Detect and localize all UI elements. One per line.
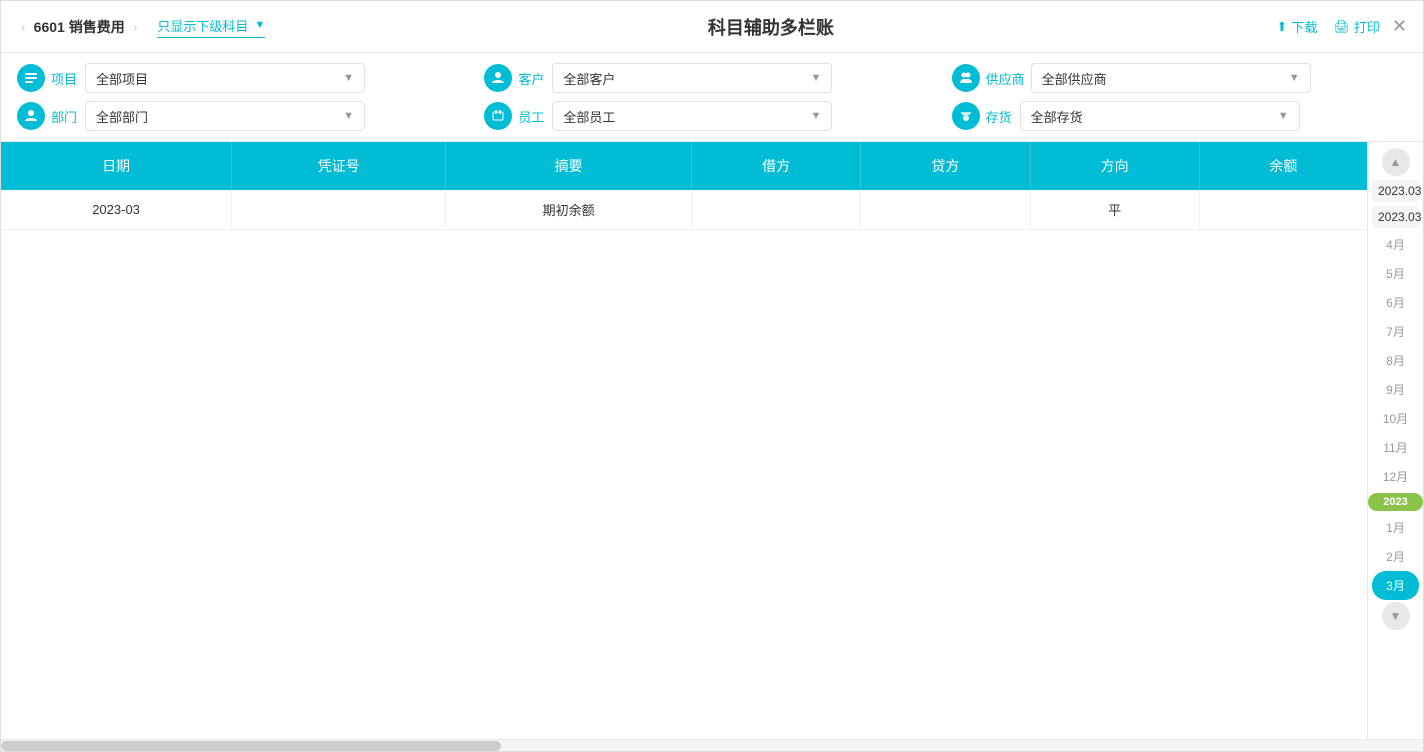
table-container: 日期 凭证号 摘要 借方 贷方 方向 余额 2023-03 期初余额 平 — [1, 142, 1423, 739]
dept-icon — [17, 102, 45, 130]
employee-label: 员工 — [518, 107, 546, 126]
project-label: 项目 — [51, 69, 79, 88]
supplier-arrow-icon: ▼ — [1289, 72, 1300, 84]
col-date: 日期 — [1, 142, 232, 190]
timeline-month-11[interactable]: 11月 — [1368, 433, 1423, 462]
project-icon — [17, 64, 45, 92]
employee-arrow-icon: ▼ — [810, 110, 821, 122]
cell-date: 2023-03 — [1, 190, 232, 230]
filter-item-inventory: 存货 全部存货 ▼ — [952, 101, 1407, 131]
cell-debit — [692, 190, 861, 230]
dept-arrow-icon: ▼ — [343, 110, 354, 122]
table-row: 2023-03 期初余额 平 — [1, 190, 1367, 230]
side-timeline: ▲ 2023.03 2023.03 4月 5月 6月 7月 8月 9月 10月 … — [1367, 142, 1423, 739]
cell-balance — [1199, 190, 1367, 230]
close-button[interactable]: ✕ — [1392, 16, 1407, 37]
employee-select[interactable]: 全部员工 ▼ — [552, 101, 832, 131]
col-credit: 贷方 — [861, 142, 1030, 190]
download-label: 下载 — [1291, 17, 1317, 36]
timeline-month-9[interactable]: 9月 — [1368, 375, 1423, 404]
cell-credit — [861, 190, 1030, 230]
filter-item-employee: 员工 全部员工 ▼ — [484, 101, 939, 131]
download-button[interactable]: ⬆ 下载 — [1276, 17, 1317, 36]
cell-summary: 期初余额 — [446, 190, 692, 230]
cell-voucher — [232, 190, 446, 230]
project-arrow-icon: ▼ — [343, 72, 354, 84]
show-sub-arrow-icon: ▼ — [254, 19, 265, 31]
filter-area: 项目 全部项目 ▼ 客户 全部客户 ▼ — [1, 53, 1423, 142]
customer-value: 全部客户 — [563, 69, 615, 88]
timeline-selected-end[interactable]: 2023.03 — [1372, 206, 1419, 228]
show-sub-label: 只显示下级科目 — [157, 16, 248, 35]
data-table: 日期 凭证号 摘要 借方 贷方 方向 余额 2023-03 期初余额 平 — [1, 142, 1367, 230]
customer-select[interactable]: 全部客户 ▼ — [552, 63, 832, 93]
print-icon: 🖨 — [1333, 19, 1350, 35]
inventory-select[interactable]: 全部存货 ▼ — [1020, 101, 1300, 131]
col-voucher: 凭证号 — [232, 142, 446, 190]
print-label: 打印 — [1354, 17, 1380, 36]
timeline-month-3-active[interactable]: 3月 — [1372, 571, 1419, 600]
supplier-value: 全部供应商 — [1042, 69, 1107, 88]
filter-row-2: 部门 全部部门 ▼ 员工 全部员工 ▼ — [17, 101, 1407, 131]
timeline-month-8[interactable]: 8月 — [1368, 346, 1423, 375]
col-direction: 方向 — [1030, 142, 1199, 190]
filter-item-customer: 客户 全部客户 ▼ — [484, 63, 939, 93]
filter-item-supplier: 供应商 全部供应商 ▼ — [952, 63, 1407, 93]
supplier-icon — [952, 64, 980, 92]
project-value: 全部项目 — [96, 69, 148, 88]
prev-account-arrow[interactable]: ‹ — [17, 19, 30, 35]
customer-icon — [484, 64, 512, 92]
download-icon: ⬆ — [1276, 19, 1287, 35]
timeline-month-10[interactable]: 10月 — [1368, 404, 1423, 433]
cell-direction: 平 — [1030, 190, 1199, 230]
dept-label: 部门 — [51, 107, 79, 126]
next-account-arrow[interactable]: › — [129, 19, 142, 35]
col-summary: 摘要 — [446, 142, 692, 190]
inventory-icon — [952, 102, 980, 130]
project-select[interactable]: 全部项目 ▼ — [85, 63, 365, 93]
customer-label: 客户 — [518, 69, 546, 88]
timeline-up-arrow[interactable]: ▲ — [1382, 148, 1410, 176]
inventory-value: 全部存货 — [1031, 107, 1083, 126]
timeline-month-1[interactable]: 1月 — [1368, 513, 1423, 542]
customer-arrow-icon: ▼ — [810, 72, 821, 84]
timeline-month-7[interactable]: 7月 — [1368, 317, 1423, 346]
timeline-down-arrow[interactable]: ▼ — [1382, 602, 1410, 630]
filter-item-dept: 部门 全部部门 ▼ — [17, 101, 472, 131]
horizontal-scrollbar[interactable] — [1, 739, 1423, 751]
timeline-month-6[interactable]: 6月 — [1368, 288, 1423, 317]
col-balance: 余额 — [1199, 142, 1367, 190]
col-debit: 借方 — [692, 142, 861, 190]
timeline-month-4[interactable]: 4月 — [1368, 230, 1423, 259]
supplier-label: 供应商 — [986, 69, 1025, 88]
supplier-select[interactable]: 全部供应商 ▼ — [1031, 63, 1311, 93]
filter-row-1: 项目 全部项目 ▼ 客户 全部客户 ▼ — [17, 63, 1407, 93]
employee-value: 全部员工 — [563, 107, 615, 126]
h-scroll-thumb[interactable] — [1, 741, 501, 751]
inventory-label: 存货 — [986, 107, 1014, 126]
page-title: 科目辅助多栏账 — [265, 14, 1276, 40]
timeline-month-2[interactable]: 2月 — [1368, 542, 1423, 571]
print-button[interactable]: 🖨 打印 — [1333, 17, 1380, 36]
dept-value: 全部部门 — [96, 107, 148, 126]
inventory-arrow-icon: ▼ — [1278, 110, 1289, 122]
timeline-month-12[interactable]: 12月 — [1368, 462, 1423, 491]
timeline-selected-start[interactable]: 2023.03 — [1372, 180, 1419, 202]
employee-icon — [484, 102, 512, 130]
show-sub-button[interactable]: 只显示下级科目 ▼ — [157, 16, 265, 38]
account-code: 6601 销售费用 — [34, 17, 125, 37]
filter-item-project: 项目 全部项目 ▼ — [17, 63, 472, 93]
dept-select[interactable]: 全部部门 ▼ — [85, 101, 365, 131]
timeline-month-5[interactable]: 5月 — [1368, 259, 1423, 288]
timeline-year-2023[interactable]: 2023 — [1368, 493, 1423, 511]
